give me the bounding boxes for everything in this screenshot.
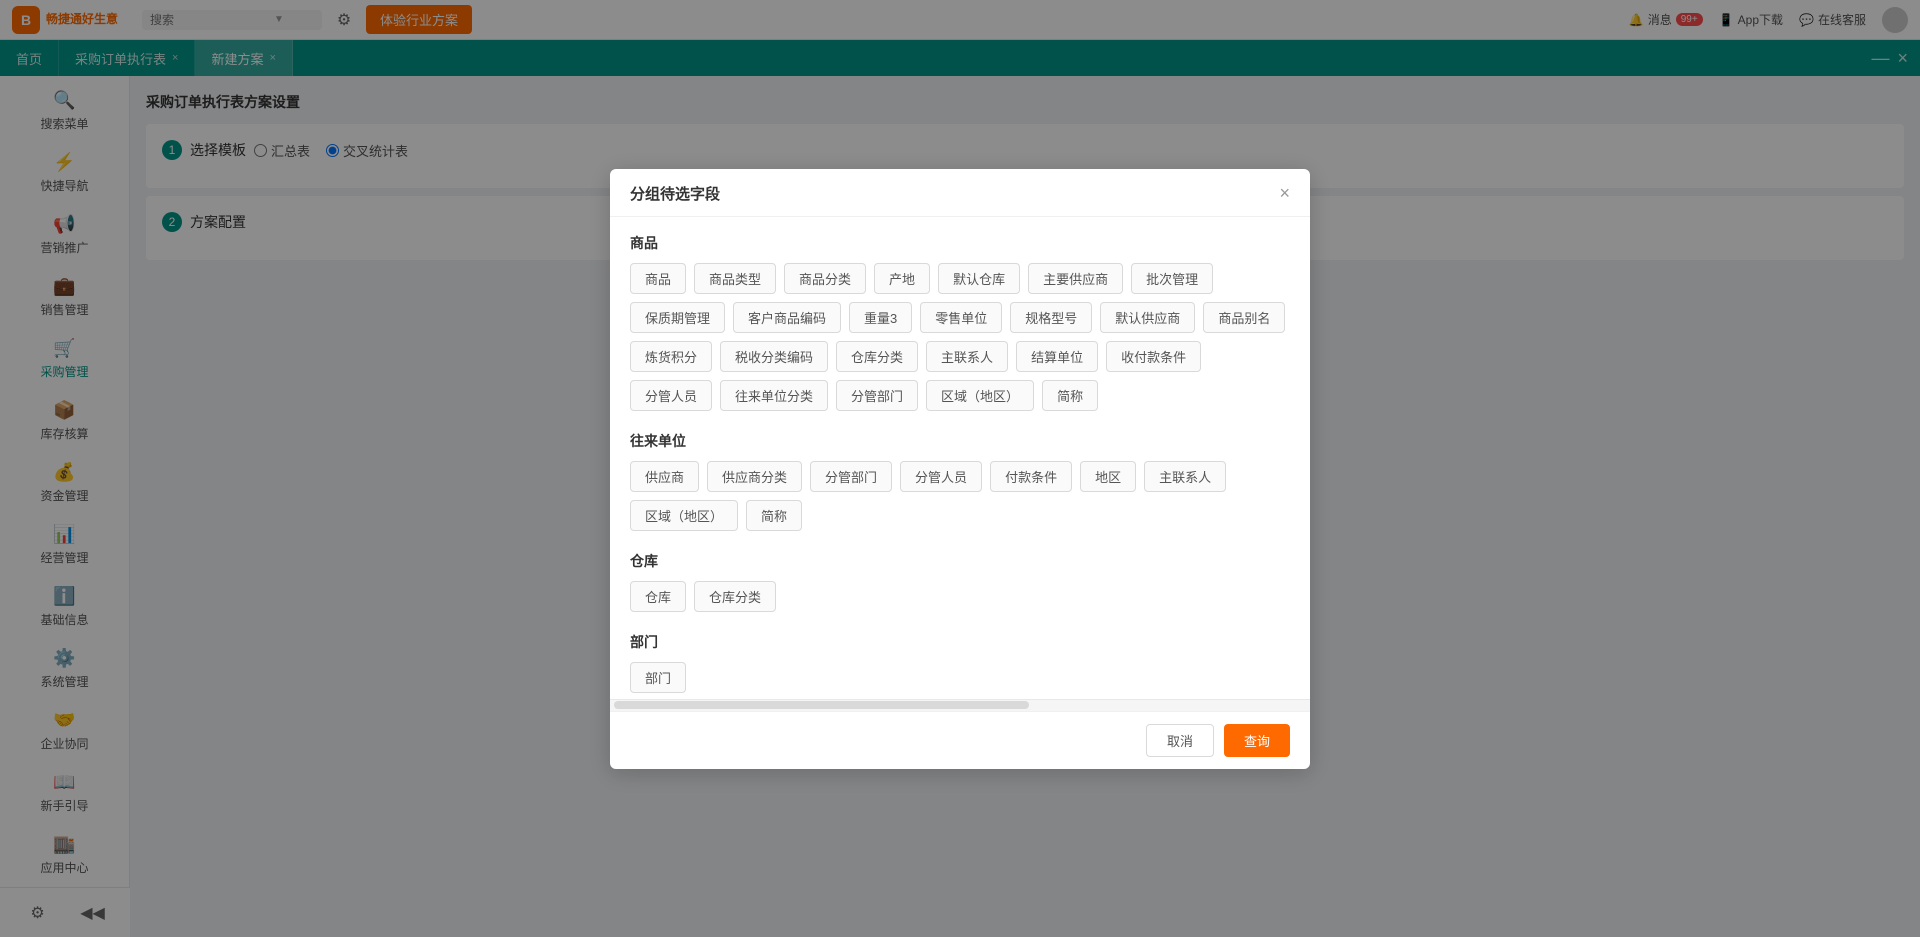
category-warehouse-title: 仓库 [630,551,1290,571]
field-tag[interactable]: 默认供应商 [1100,302,1195,333]
field-tag[interactable]: 产地 [874,263,930,294]
field-tag[interactable]: 默认仓库 [938,263,1020,294]
category-warehouse: 仓库 仓库 仓库分类 [630,551,1290,612]
field-tag[interactable]: 主联系人 [1144,461,1226,492]
field-tag[interactable]: 保质期管理 [630,302,725,333]
category-dept-title: 部门 [630,632,1290,652]
category-partner-title: 往来单位 [630,431,1290,451]
dialog-title: 分组待选字段 [630,183,720,204]
hscroll-thumb [614,701,1029,709]
field-tag[interactable]: 主联系人 [926,341,1008,372]
dialog-footer: 取消 查询 [610,711,1310,769]
field-tag[interactable]: 简称 [746,500,802,531]
category-dept: 部门 部门 [630,632,1290,693]
category-goods-tags: 商品 商品类型 商品分类 产地 默认仓库 主要供应商 批次管理 保质期管理 客户… [630,263,1290,411]
field-tag[interactable]: 重量3 [849,302,912,333]
category-partner-tags: 供应商 供应商分类 分管部门 分管人员 付款条件 地区 主联系人 区域（地区） … [630,461,1290,531]
field-tag[interactable]: 供应商分类 [707,461,802,492]
field-tag[interactable]: 分管部门 [810,461,892,492]
field-tag[interactable]: 简称 [1042,380,1098,411]
field-select-dialog: 分组待选字段 × 商品 商品 商品类型 商品分类 产地 默认仓库 主要供应商 批… [610,169,1310,769]
cancel-button[interactable]: 取消 [1146,724,1214,757]
category-goods-title: 商品 [630,233,1290,253]
field-tag[interactable]: 客户商品编码 [733,302,841,333]
field-tag[interactable]: 商品 [630,263,686,294]
field-tag[interactable]: 部门 [630,662,686,693]
dialog-close-button[interactable]: × [1279,184,1290,202]
field-tag[interactable]: 地区 [1080,461,1136,492]
category-dept-tags: 部门 [630,662,1290,693]
field-tag[interactable]: 付款条件 [990,461,1072,492]
field-tag[interactable]: 供应商 [630,461,699,492]
confirm-button[interactable]: 查询 [1224,724,1290,757]
field-tag[interactable]: 商品别名 [1203,302,1285,333]
field-tag[interactable]: 仓库分类 [694,581,776,612]
field-tag[interactable]: 主要供应商 [1028,263,1123,294]
field-tag[interactable]: 结算单位 [1016,341,1098,372]
dialog-horizontal-scrollbar[interactable] [610,699,1310,711]
field-tag[interactable]: 区域（地区） [926,380,1034,411]
field-tag[interactable]: 分管部门 [836,380,918,411]
field-tag[interactable]: 商品分类 [784,263,866,294]
field-tag[interactable]: 仓库分类 [836,341,918,372]
field-tag[interactable]: 商品类型 [694,263,776,294]
dialog-body: 商品 商品 商品类型 商品分类 产地 默认仓库 主要供应商 批次管理 保质期管理… [610,217,1310,699]
category-warehouse-tags: 仓库 仓库分类 [630,581,1290,612]
field-tag[interactable]: 仓库 [630,581,686,612]
field-tag[interactable]: 批次管理 [1131,263,1213,294]
field-tag[interactable]: 往来单位分类 [720,380,828,411]
field-tag[interactable]: 收付款条件 [1106,341,1201,372]
category-goods: 商品 商品 商品类型 商品分类 产地 默认仓库 主要供应商 批次管理 保质期管理… [630,233,1290,411]
dialog-header: 分组待选字段 × [610,169,1310,217]
field-tag[interactable]: 零售单位 [920,302,1002,333]
category-partner: 往来单位 供应商 供应商分类 分管部门 分管人员 付款条件 地区 主联系人 区域… [630,431,1290,531]
field-tag[interactable]: 规格型号 [1010,302,1092,333]
field-tag[interactable]: 分管人员 [900,461,982,492]
field-tag[interactable]: 税收分类编码 [720,341,828,372]
dialog-overlay: 分组待选字段 × 商品 商品 商品类型 商品分类 产地 默认仓库 主要供应商 批… [0,0,1920,937]
field-tag[interactable]: 炼货积分 [630,341,712,372]
field-tag[interactable]: 分管人员 [630,380,712,411]
field-tag[interactable]: 区域（地区） [630,500,738,531]
